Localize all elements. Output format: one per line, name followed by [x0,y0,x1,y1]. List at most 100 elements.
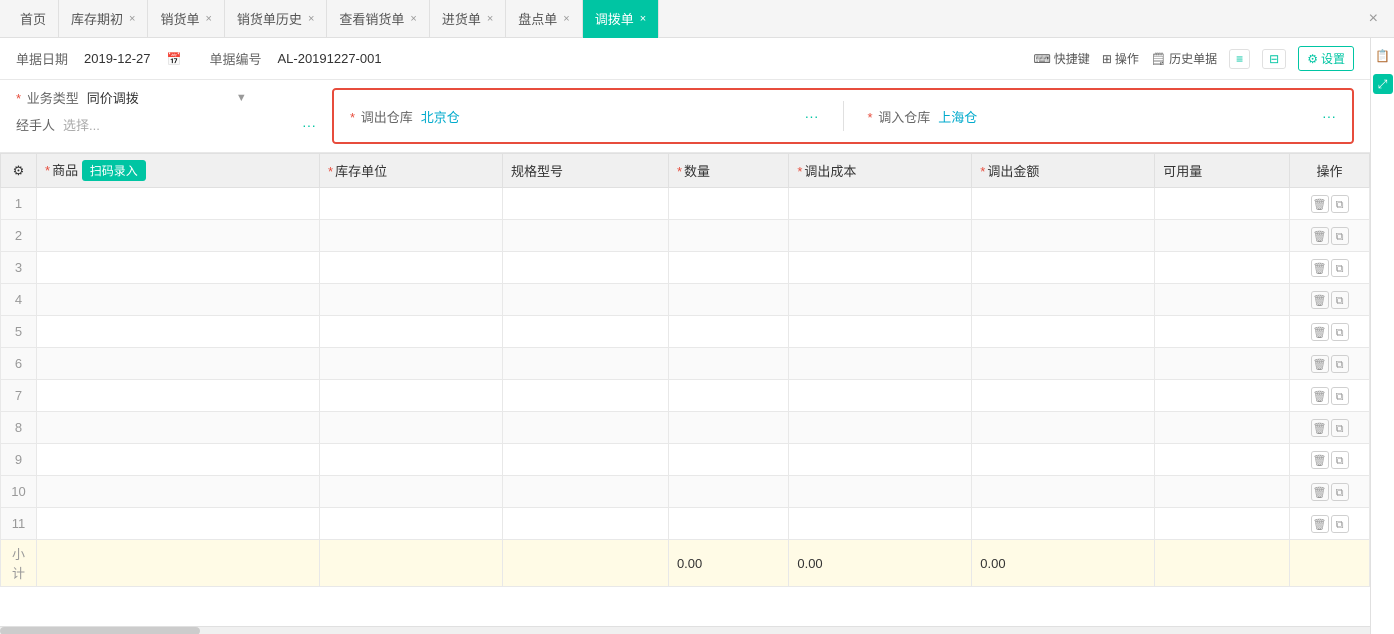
cell-spec[interactable] [502,188,668,220]
tab-transfer[interactable]: 调拨单 × [583,0,659,38]
cell-available[interactable] [1155,284,1290,316]
cell-available[interactable] [1155,508,1290,540]
cell-qty[interactable] [668,412,788,444]
cell-unit[interactable] [320,316,503,348]
tab-home[interactable]: 首页 [8,0,59,38]
cell-amount[interactable] [972,220,1155,252]
cell-amount[interactable] [972,284,1155,316]
cell-available[interactable] [1155,412,1290,444]
copy-icon[interactable]: ⧉ [1331,291,1349,309]
cell-spec[interactable] [502,508,668,540]
cell-available[interactable] [1155,316,1290,348]
copy-icon[interactable]: ⧉ [1331,355,1349,373]
cell-cost[interactable] [789,252,972,284]
cell-available[interactable] [1155,252,1290,284]
cell-qty[interactable] [668,284,788,316]
operations-button[interactable]: ⊞ 操作 [1102,50,1139,67]
close-icon[interactable]: × [410,13,416,25]
cell-spec[interactable] [502,284,668,316]
warehouse-out-value[interactable]: 北京仓 [421,107,797,126]
delete-icon[interactable]: 🗑 [1311,323,1329,341]
cell-cost[interactable] [789,188,972,220]
tab-purchase-order[interactable]: 进货单 × [430,0,506,38]
tab-sales-history[interactable]: 销货单历史 × [225,0,327,38]
window-close-button[interactable]: × [1361,10,1386,28]
cell-available[interactable] [1155,476,1290,508]
copy-icon[interactable]: ⧉ [1331,451,1349,469]
cell-available[interactable] [1155,220,1290,252]
delete-icon[interactable]: 🗑 [1311,195,1329,213]
handler-value[interactable]: 选择... [63,115,294,134]
cell-unit[interactable] [320,412,503,444]
cell-amount[interactable] [972,316,1155,348]
setting-button[interactable]: ⚙ 设置 [1298,46,1354,71]
cell-goods[interactable] [37,316,320,348]
cell-cost[interactable] [789,412,972,444]
cell-unit[interactable] [320,188,503,220]
sidebar-doc-icon[interactable]: 📋 [1373,46,1393,66]
warehouse-out-more-button[interactable]: ··· [805,108,819,124]
cell-unit[interactable] [320,284,503,316]
cell-goods[interactable] [37,252,320,284]
cell-qty[interactable] [668,444,788,476]
delete-icon[interactable]: 🗑 [1311,451,1329,469]
cell-cost[interactable] [789,348,972,380]
sidebar-expand-icon[interactable]: ⤢ [1373,74,1393,94]
delete-icon[interactable]: 🗑 [1311,419,1329,437]
close-icon[interactable]: × [205,13,211,25]
cell-cost[interactable] [789,508,972,540]
cell-goods[interactable] [37,220,320,252]
cell-spec[interactable] [502,412,668,444]
cell-qty[interactable] [668,220,788,252]
cell-amount[interactable] [972,188,1155,220]
tab-inventory-init[interactable]: 库存期初 × [59,0,148,38]
cell-available[interactable] [1155,348,1290,380]
cell-unit[interactable] [320,252,503,284]
close-icon[interactable]: × [563,13,569,25]
cell-spec[interactable] [502,220,668,252]
business-type-select[interactable]: 同价调拨 ▼ [87,88,247,107]
tab-stocktake[interactable]: 盘点单 × [506,0,582,38]
cell-spec[interactable] [502,476,668,508]
copy-icon[interactable]: ⧉ [1331,419,1349,437]
copy-icon[interactable]: ⧉ [1331,515,1349,533]
cell-goods[interactable] [37,188,320,220]
cell-spec[interactable] [502,444,668,476]
cell-available[interactable] [1155,380,1290,412]
cell-amount[interactable] [972,252,1155,284]
cell-cost[interactable] [789,476,972,508]
close-icon[interactable]: × [487,13,493,25]
cell-cost[interactable] [789,284,972,316]
cell-qty[interactable] [668,348,788,380]
layout-grid-button[interactable]: ⊟ [1262,49,1286,69]
cell-amount[interactable] [972,380,1155,412]
close-icon[interactable]: × [640,13,646,25]
cell-amount[interactable] [972,412,1155,444]
tab-sales-order[interactable]: 销货单 × [148,0,224,38]
cell-unit[interactable] [320,220,503,252]
cell-cost[interactable] [789,220,972,252]
cell-goods[interactable] [37,412,320,444]
cell-qty[interactable] [668,316,788,348]
copy-icon[interactable]: ⧉ [1331,195,1349,213]
cell-spec[interactable] [502,316,668,348]
cell-unit[interactable] [320,476,503,508]
cell-qty[interactable] [668,252,788,284]
cell-qty[interactable] [668,188,788,220]
cell-available[interactable] [1155,444,1290,476]
cell-amount[interactable] [972,476,1155,508]
cell-qty[interactable] [668,508,788,540]
history-button[interactable]: 🗒 历史单据 [1151,50,1217,67]
close-icon[interactable]: × [308,13,314,25]
handler-more-button[interactable]: ··· [302,117,316,133]
delete-icon[interactable]: 🗑 [1311,291,1329,309]
delete-icon[interactable]: 🗑 [1311,387,1329,405]
cell-spec[interactable] [502,380,668,412]
cell-unit[interactable] [320,380,503,412]
layout-list-button[interactable]: ≡ [1229,49,1250,69]
scrollbar-thumb[interactable] [0,627,200,634]
cell-goods[interactable] [37,348,320,380]
copy-icon[interactable]: ⧉ [1331,259,1349,277]
copy-icon[interactable]: ⧉ [1331,483,1349,501]
cell-goods[interactable] [37,380,320,412]
